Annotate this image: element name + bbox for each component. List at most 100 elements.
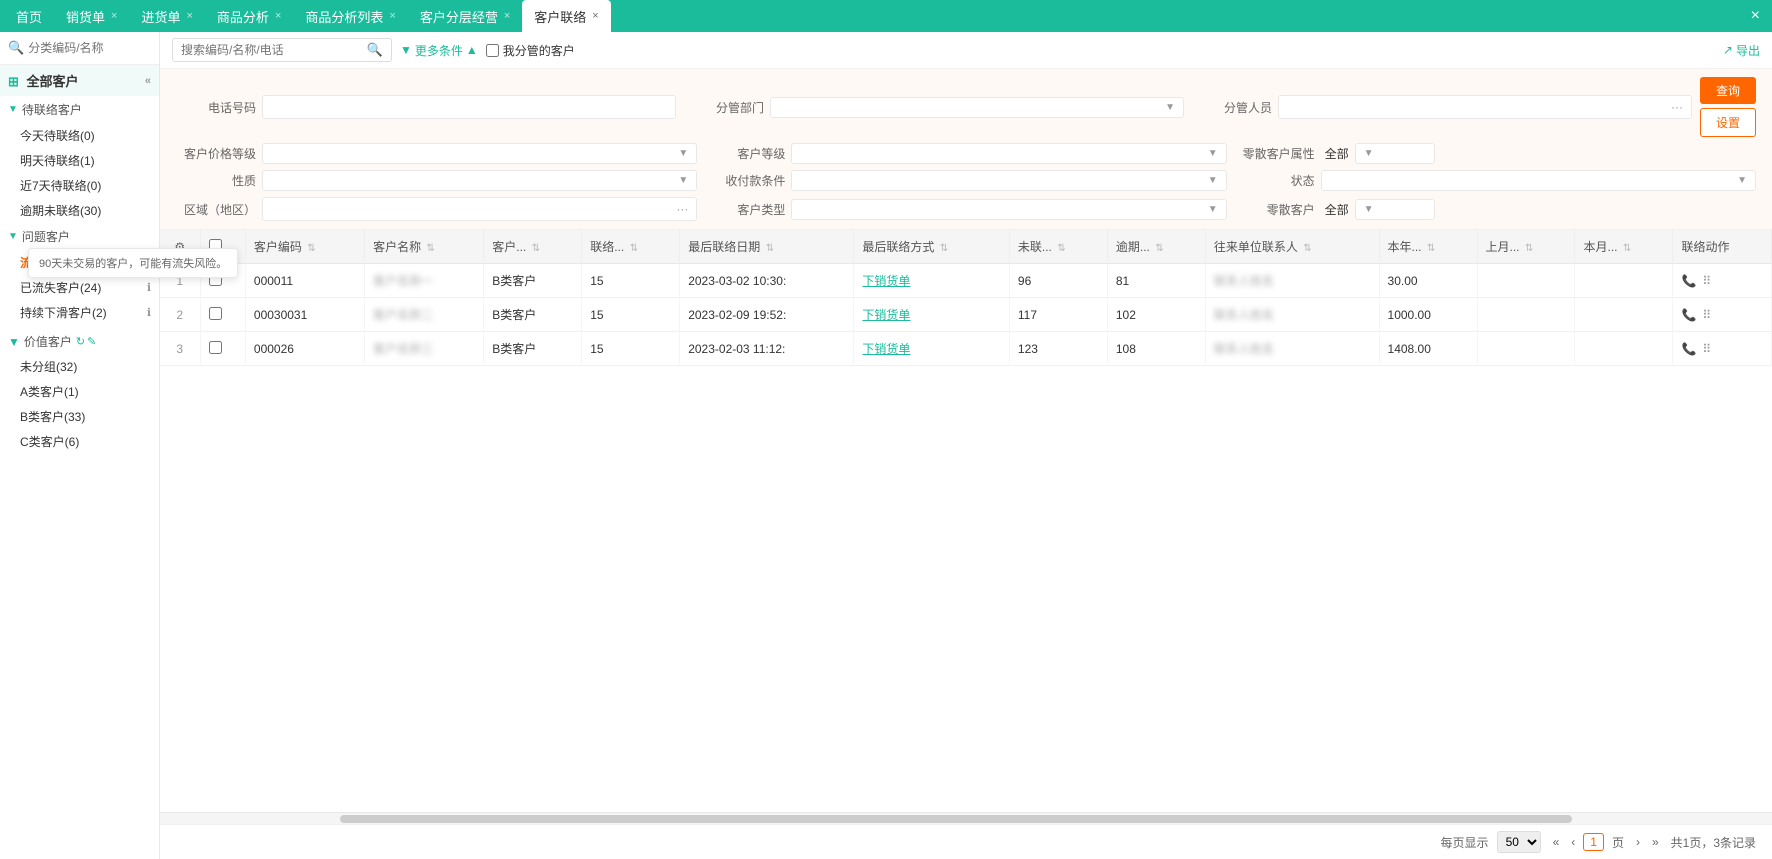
status-select[interactable]: ▼ xyxy=(1321,170,1756,191)
first-page-btn[interactable]: « xyxy=(1549,833,1564,851)
filter-search-icon[interactable]: 🔍 xyxy=(367,42,383,58)
row-1-overdue: 81 xyxy=(1107,264,1205,298)
query-button[interactable]: 查询 xyxy=(1700,77,1756,104)
region-dots-icon[interactable]: ··· xyxy=(676,202,688,216)
staff-dots-icon[interactable]: ··· xyxy=(1671,100,1683,114)
sidebar-item-class-c[interactable]: C类客户(6) xyxy=(0,429,159,454)
row-1-more-icon[interactable]: ⠿ xyxy=(1702,274,1711,288)
col-overdue[interactable]: 逾期... ⇅ xyxy=(1107,230,1205,264)
sort-name-icon[interactable]: ⇅ xyxy=(426,243,434,254)
sort-code-icon[interactable]: ⇅ xyxy=(307,243,315,254)
my-customers-checkbox[interactable]: 我分管的客户 xyxy=(486,42,575,59)
dept-select[interactable]: ▼ xyxy=(770,97,1184,118)
region-select[interactable]: ··· xyxy=(262,197,697,221)
sidebar-item-tomorrow[interactable]: 明天待联络(1) xyxy=(0,148,159,173)
next-page-btn[interactable]: › xyxy=(1632,833,1644,851)
row-3-contact-icon[interactable]: 📞 xyxy=(1681,342,1696,356)
sort-contact-icon[interactable]: ⇅ xyxy=(630,243,638,254)
row-1-way[interactable]: 下销货单 xyxy=(854,264,1010,298)
tab-customer-contact[interactable]: 客户联络 × xyxy=(522,0,610,32)
row-2-num: 2 xyxy=(160,298,200,332)
tab-analysis-list[interactable]: 商品分析列表 × xyxy=(293,0,407,32)
filter-search-input[interactable] xyxy=(181,43,363,57)
scrollbar-thumb[interactable] xyxy=(340,815,1572,823)
sidebar-collapse-icon[interactable]: « xyxy=(145,75,151,87)
sidebar-item-today[interactable]: 今天待联络(0) xyxy=(0,123,159,148)
sidebar-section-pending[interactable]: ▼ 待联络客户 xyxy=(0,96,159,123)
col-name[interactable]: 客户名称 ⇅ xyxy=(365,230,484,264)
col-level[interactable]: 客户... ⇅ xyxy=(484,230,582,264)
sidebar-section-problem[interactable]: ▼ 问题客户 xyxy=(0,223,159,250)
refresh-icon[interactable]: ↻ xyxy=(76,335,85,348)
row-2-contact-icon[interactable]: 📞 xyxy=(1681,308,1696,322)
sidebar-item-declining[interactable]: 持续下滑客户(2) ℹ xyxy=(0,300,159,325)
sidebar-section-value[interactable]: ▼ 价值客户 ↻ ✎ xyxy=(0,329,159,354)
sort-level-icon[interactable]: ⇅ xyxy=(532,243,540,254)
sidebar-search-input[interactable] xyxy=(28,41,160,55)
tab-analysis[interactable]: 商品分析 × xyxy=(205,0,293,32)
tab-analysis-list-close[interactable]: × xyxy=(389,10,395,22)
export-button[interactable]: ↗ 导出 xyxy=(1723,42,1760,59)
tab-analysis-close[interactable]: × xyxy=(275,10,281,22)
row-3-more-icon[interactable]: ⠿ xyxy=(1702,342,1711,356)
tab-purchase[interactable]: 进货单 × xyxy=(129,0,204,32)
col-unit-contact[interactable]: 往来单位联系人 ⇅ xyxy=(1205,230,1379,264)
sidebar-item-class-a[interactable]: A类客户(1) xyxy=(0,379,159,404)
sidebar-item-churned[interactable]: 已流失客户(24) ℹ xyxy=(0,275,159,300)
nature-select[interactable]: ▼ xyxy=(262,170,697,191)
close-all-tabs[interactable]: × xyxy=(1743,7,1768,25)
sort-overdue-icon[interactable]: ⇅ xyxy=(1155,243,1163,254)
per-page-select[interactable]: 50 xyxy=(1497,831,1541,853)
sort-not-icon[interactable]: ⇅ xyxy=(1057,243,1065,254)
sidebar-item-class-b[interactable]: B类客户(33) xyxy=(0,404,159,429)
sort-lmonth-icon[interactable]: ⇅ xyxy=(1525,243,1533,254)
retail-customer-select[interactable]: ▼ xyxy=(1355,199,1435,220)
row-2-way[interactable]: 下销货单 xyxy=(854,298,1010,332)
staff-select[interactable]: ··· xyxy=(1278,95,1692,119)
col-last-date[interactable]: 最后联络日期 ⇅ xyxy=(680,230,854,264)
sort-year-icon[interactable]: ⇅ xyxy=(1427,243,1435,254)
sort-month-icon[interactable]: ⇅ xyxy=(1623,243,1631,254)
settings-button[interactable]: 设置 xyxy=(1700,108,1756,137)
row-3-check[interactable] xyxy=(209,341,222,354)
row-2-checkbox[interactable] xyxy=(200,298,245,332)
customer-level-select[interactable]: ▼ xyxy=(791,143,1226,164)
sidebar-item-overdue[interactable]: 逾期未联络(30) xyxy=(0,198,159,223)
row-3-way[interactable]: 下销货单 xyxy=(854,332,1010,366)
row-3-checkbox[interactable] xyxy=(200,332,245,366)
col-last-month[interactable]: 上月... ⇅ xyxy=(1477,230,1575,264)
filter-more-conditions[interactable]: ▼ 更多条件 ▲ xyxy=(400,42,478,59)
payment-select[interactable]: ▼ xyxy=(791,170,1226,191)
tab-sales-close[interactable]: × xyxy=(111,10,117,22)
my-customers-check[interactable] xyxy=(486,44,499,57)
sidebar-all-customers[interactable]: ⊞ 全部客户 « xyxy=(0,65,159,96)
row-1-contact-icon[interactable]: 📞 xyxy=(1681,274,1696,288)
row-2-check[interactable] xyxy=(209,307,222,320)
tab-purchase-close[interactable]: × xyxy=(186,10,192,22)
col-not-contacted[interactable]: 未联... ⇅ xyxy=(1009,230,1107,264)
col-contact[interactable]: 联络... ⇅ xyxy=(582,230,680,264)
sidebar-item-week[interactable]: 近7天待联络(0) xyxy=(0,173,159,198)
customer-type-select[interactable]: ▼ xyxy=(791,199,1226,220)
tab-customer-seg-close[interactable]: × xyxy=(504,10,510,22)
sort-way-icon[interactable]: ⇅ xyxy=(940,243,948,254)
col-this-month[interactable]: 本月... ⇅ xyxy=(1575,230,1673,264)
col-this-year[interactable]: 本年... ⇅ xyxy=(1379,230,1477,264)
tab-sales[interactable]: 销货单 × xyxy=(54,0,129,32)
row-2-more-icon[interactable]: ⠿ xyxy=(1702,308,1711,322)
price-level-select[interactable]: ▼ xyxy=(262,143,697,164)
retail-attr-select[interactable]: ▼ xyxy=(1355,143,1435,164)
horizontal-scrollbar[interactable] xyxy=(160,812,1772,824)
phone-input[interactable] xyxy=(262,95,676,119)
sort-unit-icon[interactable]: ⇅ xyxy=(1303,243,1311,254)
col-last-way[interactable]: 最后联络方式 ⇅ xyxy=(854,230,1010,264)
tab-customer-contact-close[interactable]: × xyxy=(592,10,598,22)
last-page-btn[interactable]: » xyxy=(1648,833,1663,851)
prev-page-btn[interactable]: ‹ xyxy=(1567,833,1579,851)
col-code[interactable]: 客户编码 ⇅ xyxy=(245,230,364,264)
sort-date-icon[interactable]: ⇅ xyxy=(766,243,774,254)
sidebar-item-ungrouped[interactable]: 未分组(32) xyxy=(0,354,159,379)
edit-icon[interactable]: ✎ xyxy=(87,335,96,348)
tab-customer-seg[interactable]: 客户分层经营 × xyxy=(408,0,522,32)
tab-home[interactable]: 首页 xyxy=(4,0,54,32)
